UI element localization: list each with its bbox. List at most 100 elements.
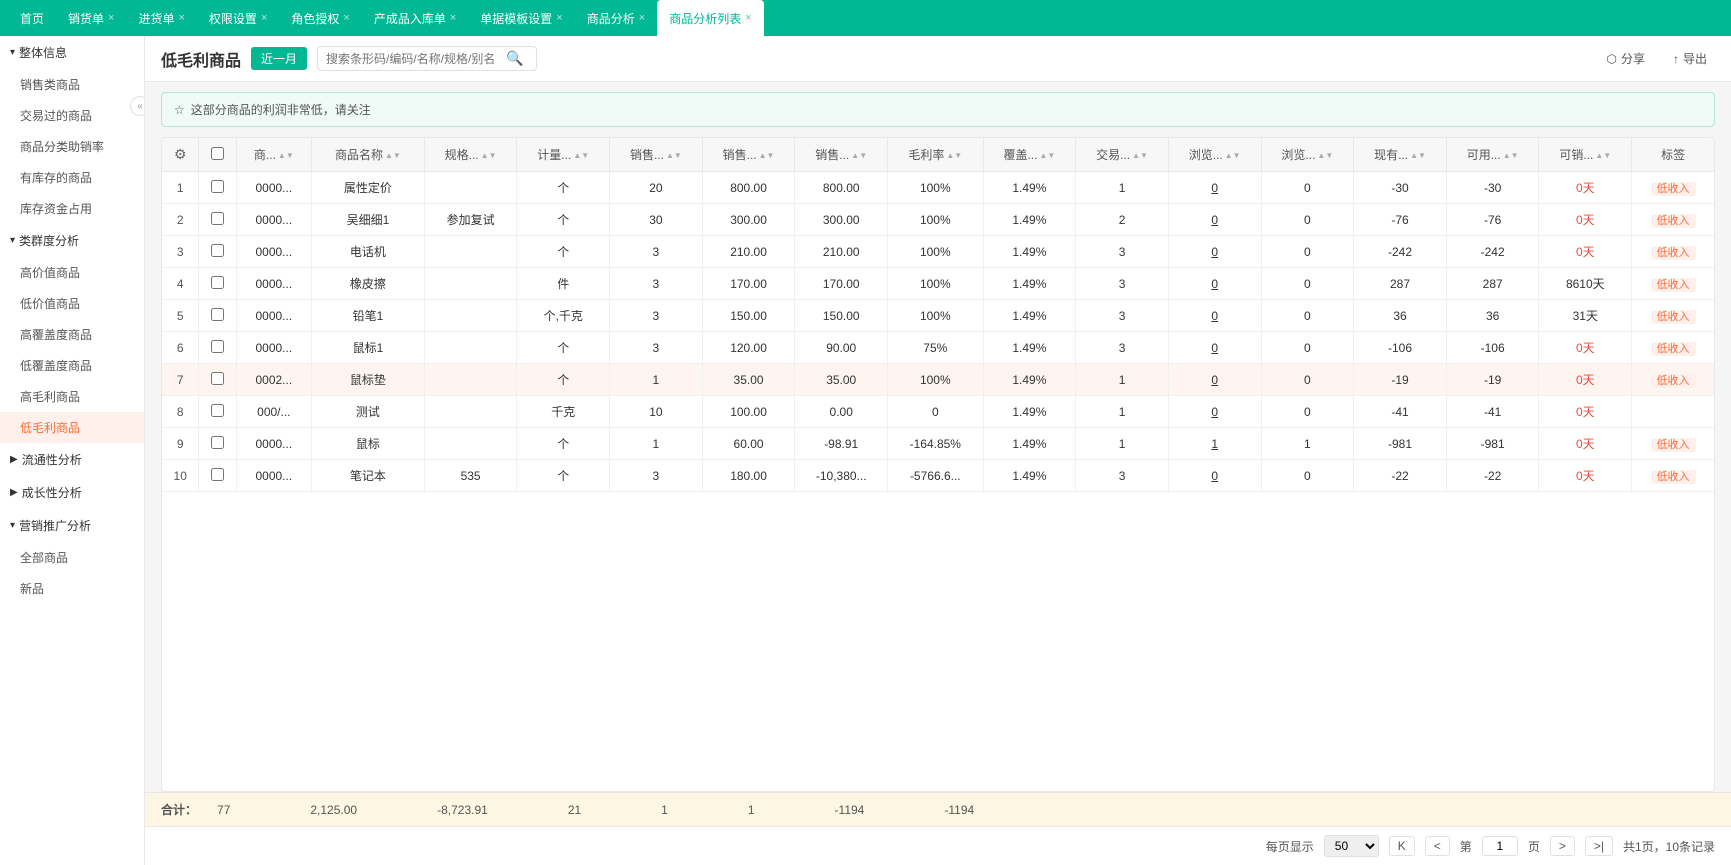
- row-checkbox[interactable]: [211, 276, 224, 289]
- row-checkbox[interactable]: [211, 436, 224, 449]
- search-icon[interactable]: 🔍: [506, 50, 523, 67]
- cell-browse1[interactable]: 0: [1168, 204, 1261, 236]
- nav-item-purchase[interactable]: 进货单 ×: [126, 0, 196, 36]
- browse1-value[interactable]: 0: [1211, 213, 1218, 227]
- cell-checkbox[interactable]: [199, 332, 236, 364]
- column-trade[interactable]: 交易...▲▼: [1076, 138, 1169, 172]
- sidebar-item-low-margin[interactable]: 低毛利商品: [0, 412, 144, 443]
- search-input[interactable]: [326, 52, 506, 66]
- sidebar-item-high-value[interactable]: 高价值商品: [0, 257, 144, 288]
- column-sales-amount[interactable]: 销售...▲▼: [795, 138, 888, 172]
- cell-browse1[interactable]: 0: [1168, 268, 1261, 300]
- sidebar-item-inventory-capital[interactable]: 库存资金占用: [0, 193, 144, 224]
- nav-item-sales[interactable]: 销货单 ×: [56, 0, 126, 36]
- column-checkbox[interactable]: [199, 138, 236, 172]
- page-size-select[interactable]: 50 100 200: [1324, 835, 1379, 857]
- close-icon[interactable]: ×: [108, 12, 114, 24]
- column-current[interactable]: 现有...▲▼: [1354, 138, 1447, 172]
- last-page-button[interactable]: >|: [1585, 836, 1613, 856]
- sidebar-collapse-button[interactable]: «: [130, 96, 145, 116]
- row-checkbox[interactable]: [211, 212, 224, 225]
- close-icon[interactable]: ×: [556, 12, 562, 24]
- cell-checkbox[interactable]: [199, 396, 236, 428]
- first-page-button[interactable]: K: [1389, 836, 1415, 856]
- cell-checkbox[interactable]: [199, 268, 236, 300]
- sidebar-item-low-value[interactable]: 低价值商品: [0, 288, 144, 319]
- browse1-value[interactable]: 0: [1211, 469, 1218, 483]
- nav-item-products[interactable]: 产成品入库单 ×: [362, 0, 468, 36]
- browse1-value[interactable]: 0: [1211, 277, 1218, 291]
- row-checkbox[interactable]: [211, 404, 224, 417]
- gear-icon[interactable]: ⚙: [174, 146, 187, 162]
- sidebar-item-stock-goods[interactable]: 有库存的商品: [0, 162, 144, 193]
- sidebar-item-sales-goods[interactable]: 销售类商品: [0, 69, 144, 100]
- cell-browse1[interactable]: 0: [1168, 364, 1261, 396]
- cell-browse1[interactable]: 0: [1168, 396, 1261, 428]
- nav-item-template[interactable]: 单据模板设置 ×: [468, 0, 574, 36]
- sidebar-item-low-coverage[interactable]: 低覆盖度商品: [0, 350, 144, 381]
- column-unit[interactable]: 计量...▲▼: [517, 138, 610, 172]
- time-filter-button[interactable]: 近一月: [251, 47, 307, 70]
- next-page-button[interactable]: >: [1550, 836, 1575, 856]
- sidebar-item-traded-goods[interactable]: 交易过的商品: [0, 100, 144, 131]
- sidebar-group-marketing[interactable]: ▾ 营销推广分析: [0, 509, 144, 542]
- page-number-input[interactable]: [1482, 836, 1518, 856]
- cell-browse1[interactable]: 0: [1168, 172, 1261, 204]
- close-icon[interactable]: ×: [178, 12, 184, 24]
- column-browse1[interactable]: 浏览...▲▼: [1168, 138, 1261, 172]
- column-available[interactable]: 可用...▲▼: [1446, 138, 1539, 172]
- browse1-value[interactable]: 1: [1211, 437, 1218, 451]
- browse1-value[interactable]: 0: [1211, 309, 1218, 323]
- row-checkbox[interactable]: [211, 340, 224, 353]
- sidebar-group-overview[interactable]: ▾ 整体信息: [0, 36, 144, 69]
- cell-checkbox[interactable]: [199, 236, 236, 268]
- browse1-value[interactable]: 0: [1211, 341, 1218, 355]
- select-all-checkbox[interactable]: [211, 147, 224, 160]
- cell-checkbox[interactable]: [199, 428, 236, 460]
- column-gear[interactable]: ⚙: [162, 138, 199, 172]
- cell-browse1[interactable]: 1: [1168, 428, 1261, 460]
- column-gross-margin[interactable]: 毛利率▲▼: [888, 138, 984, 172]
- sidebar-group-growth[interactable]: ▶ 成长性分析: [0, 476, 144, 509]
- cell-browse1[interactable]: 0: [1168, 460, 1261, 492]
- sidebar-group-cluster[interactable]: ▾ 类群度分析: [0, 224, 144, 257]
- browse1-value[interactable]: 0: [1211, 181, 1218, 195]
- nav-item-home[interactable]: 首页: [8, 0, 56, 36]
- sidebar-item-new-goods[interactable]: 新品: [0, 573, 144, 604]
- column-coverage[interactable]: 覆盖...▲▼: [983, 138, 1076, 172]
- prev-page-button[interactable]: <: [1425, 836, 1450, 856]
- browse1-value[interactable]: 0: [1211, 373, 1218, 387]
- row-checkbox[interactable]: [211, 308, 224, 321]
- cell-browse1[interactable]: 0: [1168, 236, 1261, 268]
- browse1-value[interactable]: 0: [1211, 245, 1218, 259]
- cell-checkbox[interactable]: [199, 172, 236, 204]
- nav-item-analysis[interactable]: 商品分析 ×: [575, 0, 657, 36]
- row-checkbox[interactable]: [211, 468, 224, 481]
- nav-item-analysis-list[interactable]: 商品分析列表 ×: [657, 0, 763, 36]
- column-browse2[interactable]: 浏览...▲▼: [1261, 138, 1354, 172]
- browse1-value[interactable]: 0: [1211, 405, 1218, 419]
- column-name[interactable]: 商品名称▲▼: [312, 138, 425, 172]
- cell-checkbox[interactable]: [199, 300, 236, 332]
- cell-browse1[interactable]: 0: [1168, 300, 1261, 332]
- close-icon[interactable]: ×: [745, 12, 751, 24]
- column-saleable[interactable]: 可销...▲▼: [1539, 138, 1632, 172]
- column-code[interactable]: 商...▲▼: [236, 138, 312, 172]
- close-icon[interactable]: ×: [343, 12, 349, 24]
- cell-checkbox[interactable]: [199, 364, 236, 396]
- column-spec[interactable]: 规格...▲▼: [424, 138, 517, 172]
- share-button[interactable]: ⬡ 分享: [1598, 46, 1653, 71]
- nav-item-permission[interactable]: 权限设置 ×: [197, 0, 279, 36]
- close-icon[interactable]: ×: [450, 12, 456, 24]
- sidebar-item-category-rate[interactable]: 商品分类助销率: [0, 131, 144, 162]
- row-checkbox[interactable]: [211, 244, 224, 257]
- cell-checkbox[interactable]: [199, 460, 236, 492]
- sidebar-group-circulation[interactable]: ▶ 流通性分析: [0, 443, 144, 476]
- sidebar-item-high-coverage[interactable]: 高覆盖度商品: [0, 319, 144, 350]
- cell-checkbox[interactable]: [199, 204, 236, 236]
- row-checkbox[interactable]: [211, 372, 224, 385]
- nav-item-role[interactable]: 角色授权 ×: [279, 0, 361, 36]
- cell-browse1[interactable]: 0: [1168, 332, 1261, 364]
- column-sales-qty[interactable]: 销售...▲▼: [610, 138, 703, 172]
- column-tag[interactable]: 标签: [1632, 138, 1714, 172]
